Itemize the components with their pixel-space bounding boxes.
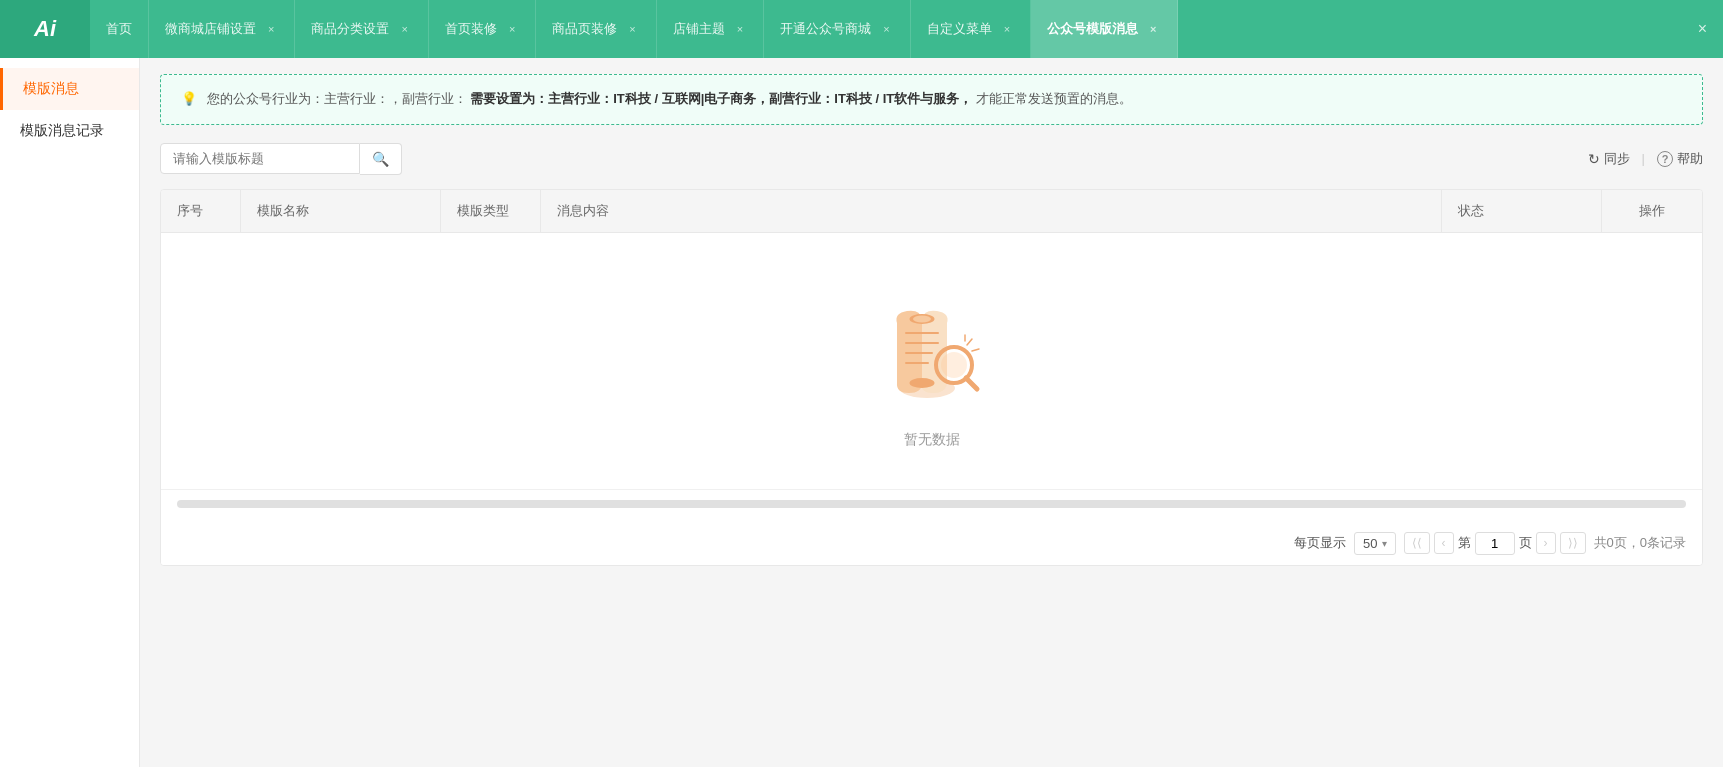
empty-illustration [872, 293, 992, 413]
nav-tab-label: 公众号模版消息 [1047, 20, 1138, 38]
nav-tab-label: 首页 [106, 20, 132, 38]
col-status: 状态 [1442, 190, 1602, 232]
search-icon: 🔍 [372, 151, 389, 167]
page-nav: ⟨⟨ ‹ 第 页 › ⟩⟩ [1404, 532, 1586, 555]
nav-tab-close-icon[interactable]: × [733, 21, 747, 37]
help-button[interactable]: ? 帮助 [1657, 150, 1703, 168]
first-page-button[interactable]: ⟨⟨ [1404, 532, 1430, 554]
col-name: 模版名称 [241, 190, 441, 232]
nav-tab-close-icon[interactable]: × [505, 21, 519, 37]
sync-label: 同步 [1604, 150, 1630, 168]
sidebar-item[interactable]: 模版消息 [0, 68, 139, 110]
page-size-select[interactable]: 50 ▾ [1354, 532, 1395, 555]
svg-point-2 [913, 315, 931, 322]
close-all-tabs-button[interactable]: × [1682, 0, 1723, 58]
search-right: ↻ 同步 | ? 帮助 [1588, 150, 1703, 168]
nav-tabs: 首页微商城店铺设置×商品分类设置×首页装修×商品页装修×店铺主题×开通公众号商城… [90, 0, 1682, 58]
col-seq: 序号 [161, 190, 241, 232]
search-input[interactable] [160, 143, 360, 174]
horizontal-scrollbar[interactable] [161, 489, 1702, 518]
nav-tab-label: 店铺主题 [673, 20, 725, 38]
sync-icon: ↻ [1588, 151, 1600, 167]
nav-tab-close-icon[interactable]: × [397, 21, 411, 37]
notice-box: 💡 您的公众号行业为：主营行业：，副营行业： 需要设置为：主营行业：IT科技 /… [160, 74, 1703, 125]
divider: | [1642, 151, 1645, 166]
prev-page-button[interactable]: ‹ [1434, 532, 1454, 554]
content-area: 💡 您的公众号行业为：主营行业：，副营行业： 需要设置为：主营行业：IT科技 /… [140, 58, 1723, 767]
notice-highlight: 需要设置为：主营行业：IT科技 / 互联网|电子商务，副营行业：IT科技 / I… [470, 91, 972, 106]
main-layout: 模版消息模版消息记录 💡 您的公众号行业为：主营行业：，副营行业： 需要设置为：… [0, 58, 1723, 767]
last-page-button[interactable]: ⟩⟩ [1560, 532, 1586, 554]
help-label: 帮助 [1677, 150, 1703, 168]
pagination: 每页显示 50 ▾ ⟨⟨ ‹ 第 页 › ⟩⟩ 共0页，0条记录 [161, 518, 1702, 565]
sidebar-item[interactable]: 模版消息记录 [0, 110, 139, 152]
nav-tab-label: 微商城店铺设置 [165, 20, 256, 38]
current-page-input[interactable] [1475, 532, 1515, 555]
sidebar: 模版消息模版消息记录 [0, 58, 140, 767]
next-page-button[interactable]: › [1536, 532, 1556, 554]
col-action: 操作 [1602, 190, 1702, 232]
notice-text-before: 您的公众号行业为：主营行业：，副营行业： [207, 91, 467, 106]
page-size-value: 50 [1363, 536, 1377, 551]
nav-tab[interactable]: 自定义菜单 × [911, 0, 1031, 58]
nav-tab-label: 商品分类设置 [311, 20, 389, 38]
nav-tab[interactable]: 首页装修 × [429, 0, 536, 58]
data-table: 序号 模版名称 模版类型 消息内容 状态 操作 [160, 189, 1703, 566]
svg-line-12 [972, 349, 979, 351]
nav-tab[interactable]: 开通公众号商城 × [764, 0, 910, 58]
nav-tab-close-icon[interactable]: × [1000, 21, 1014, 37]
svg-point-3 [909, 378, 934, 388]
nav-tab-label: 自定义菜单 [927, 20, 992, 38]
table-header: 序号 模版名称 模版类型 消息内容 状态 操作 [161, 190, 1702, 233]
nav-tab[interactable]: 商品分类设置 × [295, 0, 428, 58]
col-type: 模版类型 [441, 190, 541, 232]
nav-tab-close-icon[interactable]: × [264, 21, 278, 37]
logo: Ai [0, 0, 90, 58]
scrollbar-track [177, 500, 1686, 508]
page-label-before: 第 [1458, 534, 1471, 552]
help-icon: ? [1657, 151, 1673, 167]
search-button[interactable]: 🔍 [360, 143, 402, 175]
search-bar: 🔍 ↻ 同步 | ? 帮助 [160, 143, 1703, 175]
nav-tab-close-icon[interactable]: × [625, 21, 639, 37]
nav-tab[interactable]: 公众号模版消息 × [1031, 0, 1177, 58]
nav-tab-label: 首页装修 [445, 20, 497, 38]
svg-line-10 [966, 378, 977, 389]
nav-tab-close-icon[interactable]: × [879, 21, 893, 37]
notice-icon: 💡 [181, 91, 197, 106]
nav-tab[interactable]: 微商城店铺设置 × [149, 0, 295, 58]
nav-tab[interactable]: 店铺主题 × [657, 0, 764, 58]
col-content: 消息内容 [541, 190, 1442, 232]
nav-tab-label: 商品页装修 [552, 20, 617, 38]
total-label: 共0页，0条记录 [1594, 534, 1686, 552]
page-label-after: 页 [1519, 534, 1532, 552]
nav-tab[interactable]: 首页 [90, 0, 149, 58]
search-left: 🔍 [160, 143, 402, 175]
nav-tab-label: 开通公众号商城 [780, 20, 871, 38]
nav-tab[interactable]: 商品页装修 × [536, 0, 656, 58]
notice-text-after: 才能正常发送预置的消息。 [976, 91, 1132, 106]
empty-text: 暂无数据 [904, 431, 960, 449]
svg-point-9 [941, 352, 967, 378]
svg-line-11 [967, 339, 972, 345]
page-size-label: 每页显示 [1294, 534, 1346, 552]
sync-button[interactable]: ↻ 同步 [1588, 150, 1630, 168]
top-nav: Ai 首页微商城店铺设置×商品分类设置×首页装修×商品页装修×店铺主题×开通公众… [0, 0, 1723, 58]
dropdown-icon: ▾ [1382, 538, 1387, 549]
empty-state: 暂无数据 [161, 233, 1702, 489]
logo-text: Ai [34, 16, 56, 42]
nav-tab-close-icon[interactable]: × [1146, 21, 1160, 37]
